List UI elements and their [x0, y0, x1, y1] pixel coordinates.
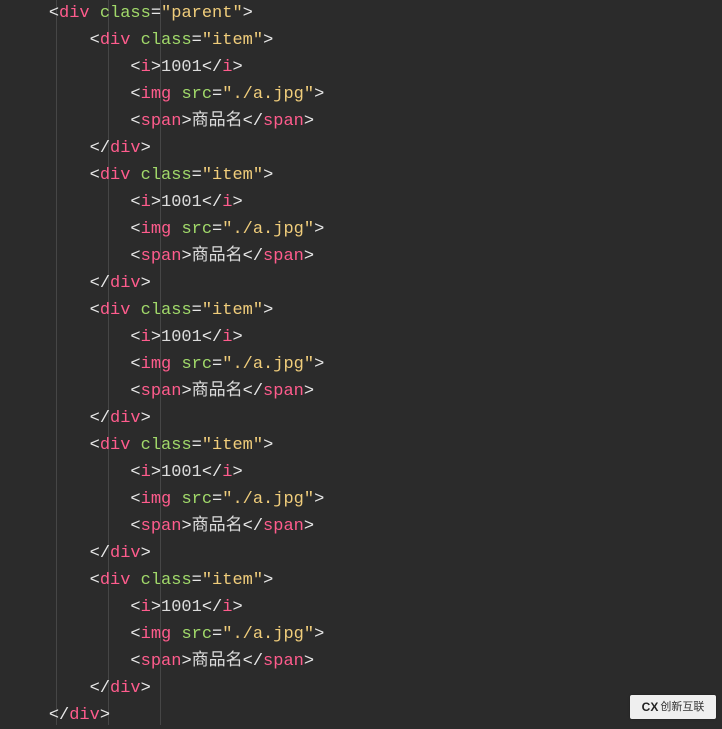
- code-body: <div class="parent"> <div class="item"> …: [0, 0, 722, 729]
- code-line: <span>商品名</span>: [8, 513, 722, 540]
- code-line: <span>商品名</span>: [8, 243, 722, 270]
- code-line: </div>: [8, 405, 722, 432]
- code-line: </div>: [8, 540, 722, 567]
- code-line: <div class="item">: [8, 567, 722, 594]
- code-line: <div class="item">: [8, 162, 722, 189]
- code-line: <img src="./a.jpg">: [8, 486, 722, 513]
- code-line: <span>商品名</span>: [8, 378, 722, 405]
- code-line: <div class="item">: [8, 297, 722, 324]
- code-line: <div class="item">: [8, 27, 722, 54]
- watermark-badge: CX 创新互联: [630, 695, 716, 719]
- code-line: <div class="item">: [8, 432, 722, 459]
- code-line: </div>: [8, 135, 722, 162]
- code-line: <img src="./a.jpg">: [8, 351, 722, 378]
- code-line: </div>: [8, 675, 722, 702]
- code-line: <i>1001</i>: [8, 189, 722, 216]
- watermark-text: 创新互联: [660, 694, 704, 721]
- code-line: <i>1001</i>: [8, 54, 722, 81]
- code-line: <span>商品名</span>: [8, 648, 722, 675]
- code-line: </div>: [8, 270, 722, 297]
- code-editor[interactable]: <div class="parent"> <div class="item"> …: [0, 0, 722, 729]
- watermark-logo: CX: [642, 694, 659, 721]
- code-line: <i>1001</i>: [8, 594, 722, 621]
- code-line: <span>商品名</span>: [8, 108, 722, 135]
- code-line: <div class="parent">: [8, 0, 722, 27]
- code-line: <i>1001</i>: [8, 324, 722, 351]
- code-line: <i>1001</i>: [8, 459, 722, 486]
- code-line: <img src="./a.jpg">: [8, 81, 722, 108]
- code-line: <img src="./a.jpg">: [8, 216, 722, 243]
- code-line: <img src="./a.jpg">: [8, 621, 722, 648]
